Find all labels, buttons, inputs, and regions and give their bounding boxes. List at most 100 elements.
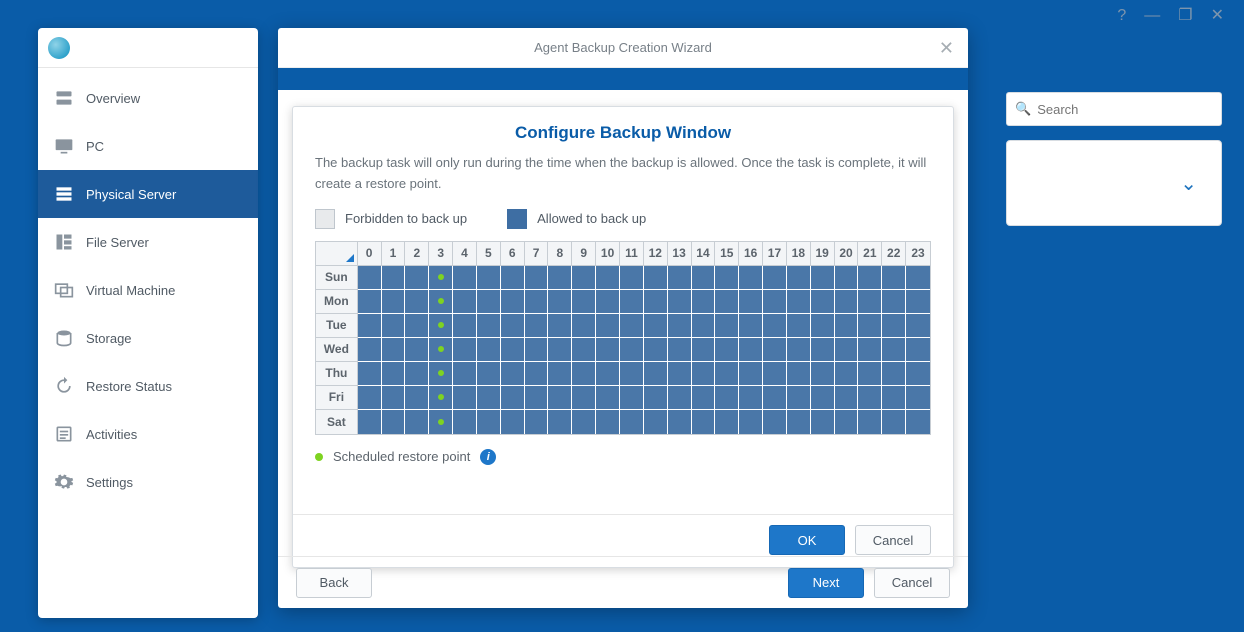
grid-cell[interactable] — [644, 290, 668, 314]
grid-cell[interactable] — [858, 362, 882, 386]
grid-cell[interactable] — [453, 266, 477, 290]
grid-cell[interactable] — [429, 410, 453, 434]
grid-cell[interactable] — [620, 338, 644, 362]
grid-cell[interactable] — [811, 386, 835, 410]
grid-cell[interactable] — [405, 410, 429, 434]
grid-cell[interactable] — [548, 410, 572, 434]
grid-cell[interactable] — [715, 266, 739, 290]
grid-cell[interactable] — [382, 410, 406, 434]
grid-cell[interactable] — [668, 314, 692, 338]
grid-cell[interactable] — [453, 362, 477, 386]
grid-day-label[interactable]: Wed — [316, 338, 358, 362]
grid-cell[interactable] — [811, 410, 835, 434]
grid-cell[interactable] — [453, 314, 477, 338]
minimize-icon[interactable]: — — [1144, 8, 1160, 24]
grid-cell[interactable] — [548, 290, 572, 314]
grid-cell[interactable] — [620, 386, 644, 410]
schedule-grid[interactable]: 01234567891011121314151617181920212223Su… — [315, 241, 931, 435]
grid-cell[interactable] — [858, 410, 882, 434]
grid-cell[interactable] — [405, 314, 429, 338]
grid-cell[interactable] — [382, 290, 406, 314]
grid-cell[interactable] — [739, 266, 763, 290]
grid-cell[interactable] — [692, 386, 716, 410]
grid-cell[interactable] — [596, 266, 620, 290]
grid-cell[interactable] — [763, 386, 787, 410]
grid-cell[interactable] — [596, 338, 620, 362]
grid-hour-header[interactable]: 10 — [596, 242, 620, 266]
grid-cell[interactable] — [763, 362, 787, 386]
grid-cell[interactable] — [787, 410, 811, 434]
grid-cell[interactable] — [358, 290, 382, 314]
grid-cell[interactable] — [692, 314, 716, 338]
grid-cell[interactable] — [620, 362, 644, 386]
grid-cell[interactable] — [453, 290, 477, 314]
grid-cell[interactable] — [429, 362, 453, 386]
grid-cell[interactable] — [668, 410, 692, 434]
grid-cell[interactable] — [882, 338, 906, 362]
grid-cell[interactable] — [453, 338, 477, 362]
cancel-button[interactable]: Cancel — [855, 525, 931, 555]
accordion-card[interactable]: ⌄ — [1006, 140, 1222, 226]
grid-cell[interactable] — [358, 362, 382, 386]
grid-cell[interactable] — [882, 314, 906, 338]
grid-hour-header[interactable]: 12 — [644, 242, 668, 266]
grid-cell[interactable] — [501, 314, 525, 338]
grid-hour-header[interactable]: 17 — [763, 242, 787, 266]
grid-cell[interactable] — [858, 386, 882, 410]
grid-cell[interactable] — [787, 314, 811, 338]
grid-hour-header[interactable]: 0 — [358, 242, 382, 266]
grid-cell[interactable] — [477, 410, 501, 434]
grid-cell[interactable] — [477, 386, 501, 410]
grid-cell[interactable] — [882, 410, 906, 434]
grid-cell[interactable] — [787, 266, 811, 290]
back-button[interactable]: Back — [296, 568, 372, 598]
grid-hour-header[interactable]: 7 — [525, 242, 549, 266]
grid-cell[interactable] — [811, 266, 835, 290]
grid-cell[interactable] — [739, 386, 763, 410]
grid-cell[interactable] — [668, 386, 692, 410]
grid-cell[interactable] — [715, 410, 739, 434]
grid-cell[interactable] — [835, 266, 859, 290]
close-icon[interactable]: ✕ — [1211, 8, 1224, 24]
grid-hour-header[interactable]: 5 — [477, 242, 501, 266]
grid-cell[interactable] — [644, 410, 668, 434]
grid-cell[interactable] — [811, 338, 835, 362]
grid-cell[interactable] — [906, 362, 930, 386]
grid-cell[interactable] — [906, 290, 930, 314]
grid-cell[interactable] — [763, 410, 787, 434]
grid-cell[interactable] — [405, 338, 429, 362]
grid-cell[interactable] — [787, 362, 811, 386]
grid-cell[interactable] — [882, 362, 906, 386]
grid-cell[interactable] — [906, 410, 930, 434]
grid-cell[interactable] — [692, 290, 716, 314]
search-input[interactable] — [1037, 102, 1213, 117]
grid-cell[interactable] — [835, 338, 859, 362]
grid-hour-header[interactable]: 4 — [453, 242, 477, 266]
grid-hour-header[interactable]: 19 — [811, 242, 835, 266]
grid-cell[interactable] — [739, 410, 763, 434]
grid-hour-header[interactable]: 23 — [906, 242, 930, 266]
grid-cell[interactable] — [858, 314, 882, 338]
grid-cell[interactable] — [572, 290, 596, 314]
grid-cell[interactable] — [644, 362, 668, 386]
grid-cell[interactable] — [572, 410, 596, 434]
grid-cell[interactable] — [572, 314, 596, 338]
wizard-close-icon[interactable]: ✕ — [939, 38, 954, 59]
grid-cell[interactable] — [620, 266, 644, 290]
grid-cell[interactable] — [644, 338, 668, 362]
grid-cell[interactable] — [620, 290, 644, 314]
maximize-icon[interactable]: ❐ — [1178, 8, 1192, 24]
ok-button[interactable]: OK — [769, 525, 845, 555]
grid-cell[interactable] — [739, 314, 763, 338]
grid-cell[interactable] — [548, 386, 572, 410]
grid-cell[interactable] — [906, 386, 930, 410]
grid-cell[interactable] — [548, 338, 572, 362]
grid-cell[interactable] — [668, 266, 692, 290]
next-button[interactable]: Next — [788, 568, 864, 598]
grid-cell[interactable] — [739, 338, 763, 362]
grid-cell[interactable] — [572, 362, 596, 386]
grid-cell[interactable] — [501, 386, 525, 410]
grid-cell[interactable] — [620, 410, 644, 434]
grid-cell[interactable] — [811, 290, 835, 314]
grid-hour-header[interactable]: 16 — [739, 242, 763, 266]
